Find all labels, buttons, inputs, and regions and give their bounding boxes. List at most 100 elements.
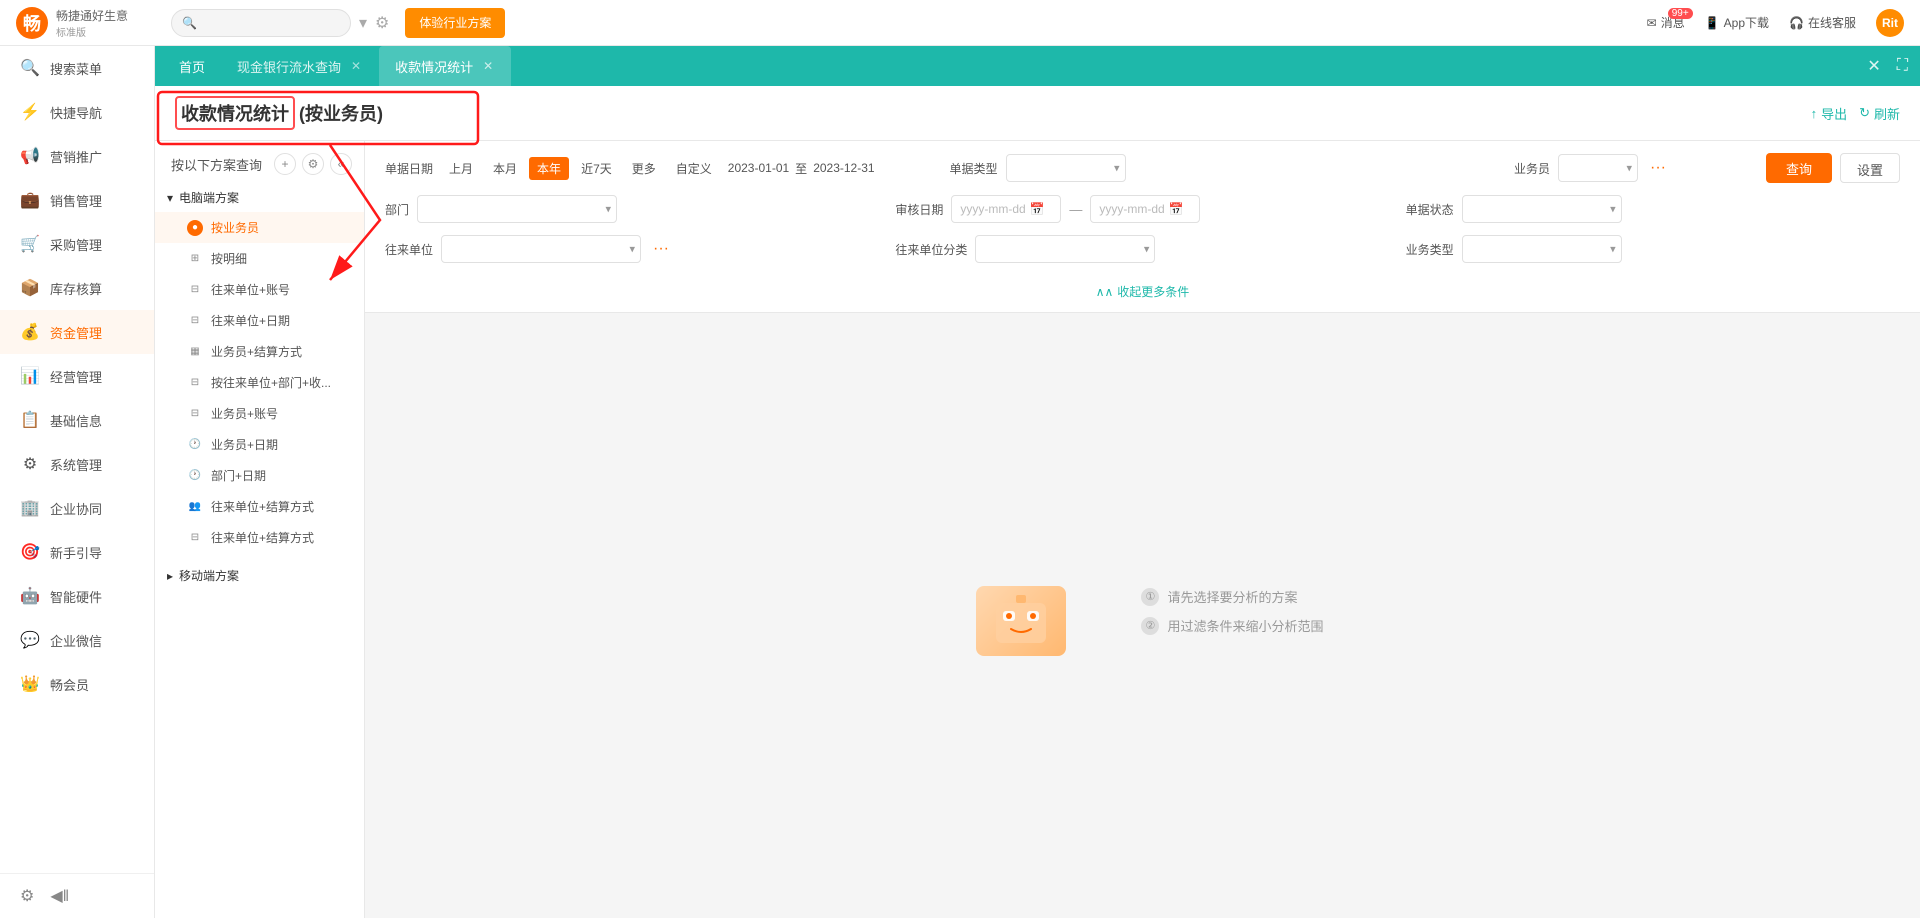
sidebar-item-basic-info[interactable]: 📋 基础信息 <box>0 398 154 442</box>
tab-receipt-stats[interactable]: 收款情况统计 ✕ <box>379 46 511 86</box>
scheme-label-partner-payment1: 往来单位+结算方式 <box>211 498 314 515</box>
export-button[interactable]: ↑ 导出 <box>1811 104 1848 123</box>
sidebar-label-smart-hw: 智能硬件 <box>50 587 102 606</box>
inventory-icon: 📦 <box>20 278 40 298</box>
sidebar-item-weixin[interactable]: 💬 企业微信 <box>0 618 154 662</box>
filter-tab-custom[interactable]: 自定义 <box>668 157 720 180</box>
sidebar-label-enterprise: 企业协同 <box>50 499 102 518</box>
sidebar-item-sales[interactable]: 💼 销售管理 <box>0 178 154 222</box>
query-button[interactable]: 查询 <box>1766 153 1832 183</box>
bottom-collapse-icon[interactable]: ◀‖ <box>50 886 69 906</box>
tab-receipt-stats-label: 收款情况统计 <box>395 57 473 76</box>
header-search: 🔍 ▾ ⚙ 体验行业方案 <box>171 8 1647 38</box>
tab-maximize-icon[interactable]: ⛶ <box>1893 53 1912 79</box>
tab-bank-flow[interactable]: 现金银行流水查询 ✕ <box>221 46 379 86</box>
messages-action[interactable]: ✉ 消息 99+ <box>1647 14 1685 31</box>
calendar-from-icon[interactable]: 📅 <box>1030 202 1045 216</box>
scheme-item-partner-date[interactable]: ⊟ 往来单位+日期 <box>155 305 364 336</box>
collapse-panel-button[interactable]: « <box>330 153 352 175</box>
filter-docstatus-wrap <box>1462 195 1622 223</box>
scheme-group-mobile-title[interactable]: ▸ 移动端方案 <box>155 561 364 590</box>
scheme-item-salesperson-account[interactable]: ⊟ 业务员+账号 <box>155 398 364 429</box>
tab-home[interactable]: 首页 <box>163 57 221 76</box>
bottom-settings-icon[interactable]: ⚙ <box>20 886 34 906</box>
filter-doctype-select[interactable] <box>1006 154 1126 182</box>
sidebar-item-purchase[interactable]: 🛒 采购管理 <box>0 222 154 266</box>
marketing-icon: 📢 <box>20 146 40 166</box>
collapse-label: 收起更多条件 <box>1117 283 1189 300</box>
export-icon: ↑ <box>1811 106 1818 121</box>
scheme-item-by-detail[interactable]: ⊞ 按明细 <box>155 243 364 274</box>
scheme-item-partner-payment2[interactable]: ⊟ 往来单位+结算方式 <box>155 522 364 553</box>
filter-salesperson-label: 业务员 <box>1514 160 1550 177</box>
page-actions: ↑ 导出 ↻ 刷新 <box>1811 104 1900 123</box>
page-title-suffix: (按业务员) <box>299 104 383 124</box>
sidebar-item-quick-nav[interactable]: ⚡ 快捷导航 <box>0 90 154 134</box>
sidebar-item-guide[interactable]: 🎯 新手引导 <box>0 530 154 574</box>
salesperson-more-btn[interactable]: ··· <box>1646 159 1670 177</box>
filter-review-date-to[interactable]: yyyy-mm-dd 📅 <box>1090 195 1200 223</box>
sidebar-item-marketing[interactable]: 📢 营销推广 <box>0 134 154 178</box>
filter-docstatus-select[interactable] <box>1462 195 1622 223</box>
review-date-to-text: yyyy-mm-dd <box>1099 202 1164 216</box>
filter-dept-item: 部门 <box>385 195 879 223</box>
scheme-item-partner-payment1[interactable]: 👥 往来单位+结算方式 <box>155 491 364 522</box>
partner-more-btn[interactable]: ··· <box>649 240 673 258</box>
scheme-item-partner-dept[interactable]: ⊟ 按往来单位+部门+收... <box>155 367 364 398</box>
scheme-item-dept-date[interactable]: 🕐 部门+日期 <box>155 460 364 491</box>
operations-icon: 📊 <box>20 366 40 386</box>
filter-dept-select[interactable] <box>417 195 617 223</box>
add-scheme-button[interactable]: + <box>274 153 296 175</box>
tab-bank-flow-label: 现金银行流水查询 <box>237 57 341 76</box>
filter-tab-more[interactable]: 更多 <box>624 157 664 180</box>
tab-receipt-stats-close[interactable]: ✕ <box>481 59 495 73</box>
data-area: ① 请先选择要分析的方案 ② 用过滤条件来缩小分析范围 <box>365 313 1920 918</box>
sidebar-item-search-menu[interactable]: 🔍 搜索菜单 <box>0 46 154 90</box>
refresh-icon: ↻ <box>1859 105 1870 121</box>
filter-salesperson-select[interactable] <box>1558 154 1638 182</box>
scheme-icon-partner-payment2: ⊟ <box>187 530 203 546</box>
sidebar-item-inventory[interactable]: 📦 库存核算 <box>0 266 154 310</box>
filter-review-date-from[interactable]: yyyy-mm-dd 📅 <box>951 195 1061 223</box>
search-box[interactable]: 🔍 <box>171 9 351 37</box>
filter-business-type-select[interactable] <box>1462 235 1622 263</box>
tab-bank-flow-close[interactable]: ✕ <box>349 59 363 73</box>
sidebar-item-member[interactable]: 👑 畅会员 <box>0 662 154 706</box>
scheme-item-salesperson-payment[interactable]: ▦ 业务员+结算方式 <box>155 336 364 367</box>
refresh-button[interactable]: ↻ 刷新 <box>1859 104 1900 123</box>
online-service-action[interactable]: 🎧 在线客服 <box>1789 14 1856 31</box>
setting-button[interactable]: 设置 <box>1840 153 1900 183</box>
sidebar-item-system[interactable]: ⚙ 系统管理 <box>0 442 154 486</box>
filter-tab-7days[interactable]: 近7天 <box>573 157 620 180</box>
app-download-action[interactable]: 📱 App下载 <box>1705 14 1769 31</box>
page-header: 收款情况统计(按业务员) ↑ 导出 ↻ 刷新 <box>155 86 1920 141</box>
scheme-item-salesperson-date[interactable]: 🕐 业务员+日期 <box>155 429 364 460</box>
scheme-group-desktop-title[interactable]: ▾ 电脑端方案 <box>155 183 364 212</box>
sidebar-item-finance[interactable]: 💰 资金管理 <box>0 310 154 354</box>
calendar-to-icon[interactable]: 📅 <box>1169 202 1184 216</box>
app-layout: 🔍 搜索菜单 ⚡ 快捷导航 📢 营销推广 💼 销售管理 🛒 采购管理 📦 库存核… <box>0 46 1920 918</box>
dropdown-arrow-icon[interactable]: ▾ <box>359 13 367 33</box>
tab-close-all-icon[interactable]: ✕ <box>1863 52 1884 80</box>
scheme-label-partner-payment2: 往来单位+结算方式 <box>211 529 314 546</box>
scheme-button[interactable]: 体验行业方案 <box>405 8 505 38</box>
filter-tab-this-month[interactable]: 本月 <box>485 157 525 180</box>
scheme-settings-button[interactable]: ⚙ <box>302 153 324 175</box>
guide-icon: 🎯 <box>20 542 40 562</box>
sidebar-item-smart-hw[interactable]: 🤖 智能硬件 <box>0 574 154 618</box>
user-avatar[interactable]: Rit <box>1876 9 1904 37</box>
desktop-group-arrow: ▾ <box>167 191 173 205</box>
filter-tab-last-month[interactable]: 上月 <box>441 157 481 180</box>
filter-partner-select[interactable] <box>441 235 641 263</box>
sidebar-label-guide: 新手引导 <box>50 543 102 562</box>
smart-hw-icon: 🤖 <box>20 586 40 606</box>
settings-icon[interactable]: ⚙ <box>375 13 389 33</box>
sidebar-item-enterprise[interactable]: 🏢 企业协同 <box>0 486 154 530</box>
filter-collapse-btn[interactable]: ∧∧ 收起更多条件 <box>385 275 1900 300</box>
scheme-item-by-salesperson[interactable]: ● 按业务员 <box>155 212 364 243</box>
scheme-item-partner-account[interactable]: ⊟ 往来单位+账号 <box>155 274 364 305</box>
sidebar-item-operations[interactable]: 📊 经营管理 <box>0 354 154 398</box>
filter-tab-this-year[interactable]: 本年 <box>529 157 569 180</box>
filter-partner-category-select[interactable] <box>975 235 1155 263</box>
enterprise-icon: 🏢 <box>20 498 40 518</box>
